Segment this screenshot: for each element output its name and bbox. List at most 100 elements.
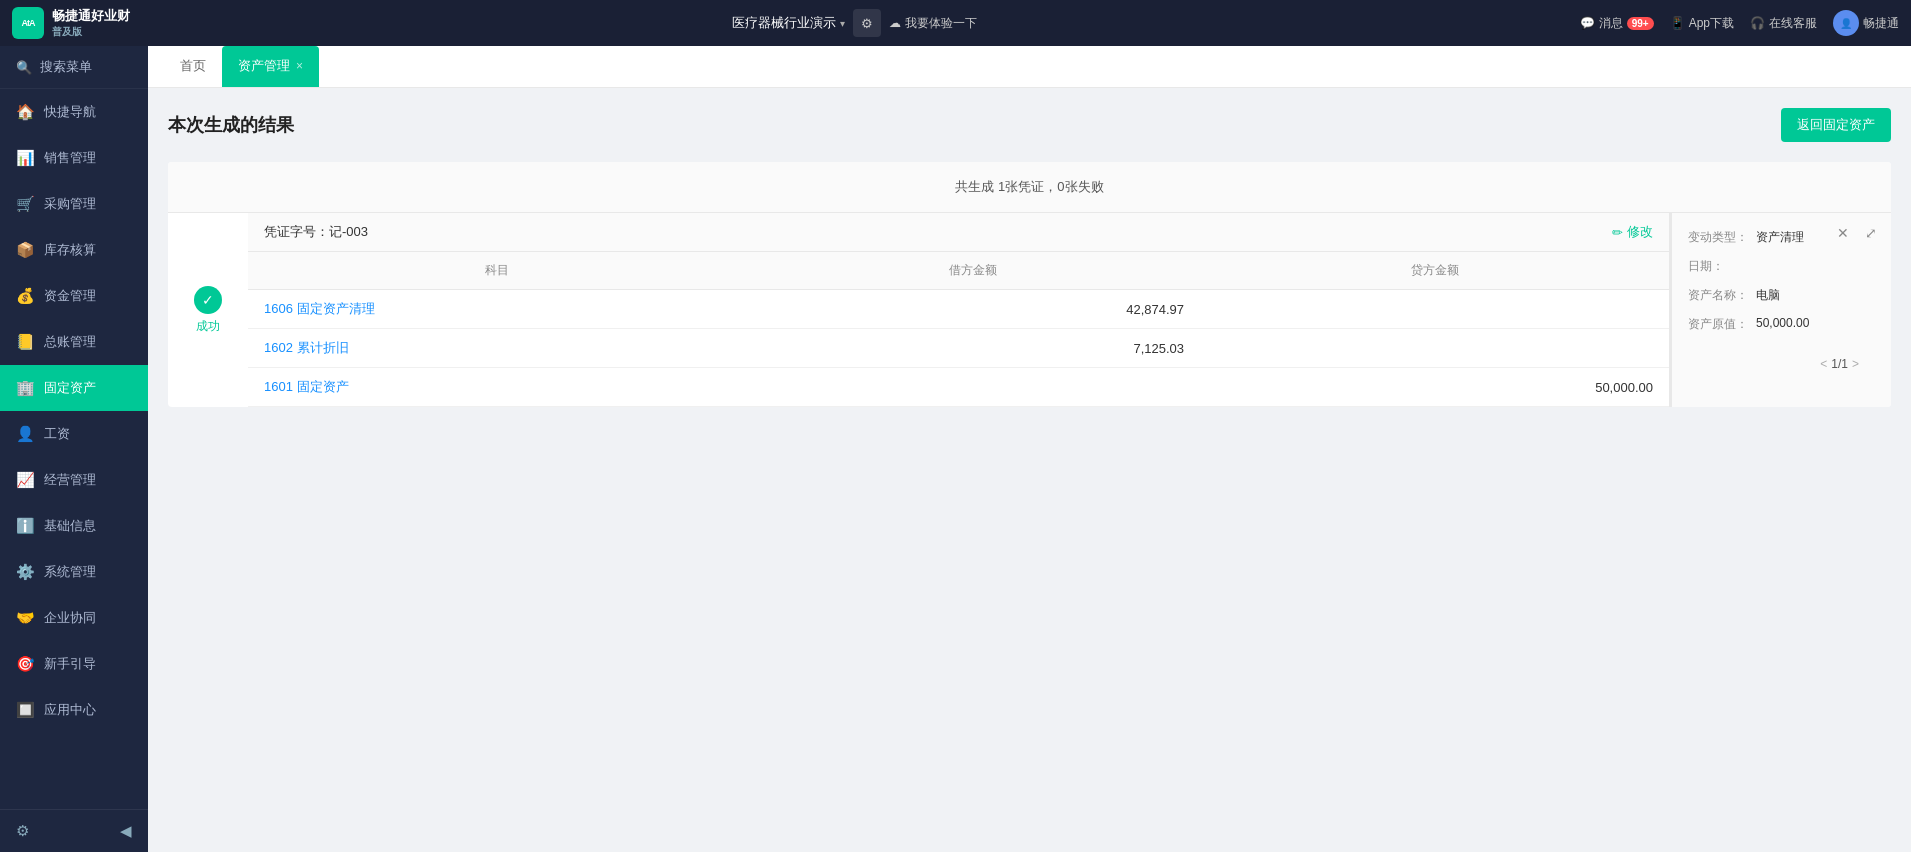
date-label: 日期： xyxy=(1688,258,1724,275)
page-title-row: 本次生成的结果 返回固定资产 xyxy=(168,108,1891,142)
user-profile[interactable]: 👤 畅捷通 xyxy=(1833,10,1899,36)
row3-subject: 1601 固定资产 xyxy=(248,368,745,407)
col-credit: 贷方金额 xyxy=(1200,252,1669,290)
row1-credit xyxy=(1200,290,1669,329)
message-badge: 99+ xyxy=(1627,17,1654,30)
sidebar-item-operations[interactable]: 📈 经营管理 xyxy=(0,457,148,503)
search-menu-label: 搜索菜单 xyxy=(40,58,92,76)
top-header: AtA 畅捷通好业财 普及版 医疗器械行业演示 ▾ ⚙ ☁ 我要体验一下 💬 消… xyxy=(0,0,1911,46)
page-content: 本次生成的结果 返回固定资产 共生成 1张凭证，0张失败 ✓ 成功 xyxy=(148,88,1911,852)
app-download-action[interactable]: 📱 App下载 xyxy=(1670,15,1734,32)
sidebar-label-purchase: 采购管理 xyxy=(44,195,96,213)
service-icon: 🎧 xyxy=(1750,16,1765,30)
message-icon: 💬 xyxy=(1580,16,1595,30)
sidebar-item-guide[interactable]: 🎯 新手引导 xyxy=(0,641,148,687)
sidebar-item-sales[interactable]: 📊 销售管理 xyxy=(0,135,148,181)
content-area: 首页 资产管理 × 本次生成的结果 返回固定资产 共生成 1张凭证，0张失败 xyxy=(148,46,1911,852)
edit-icon: ✏ xyxy=(1612,225,1623,240)
asset-name-label: 资产名称： xyxy=(1688,287,1748,304)
logo-text: 畅捷通好业财 普及版 xyxy=(52,7,130,39)
row1-debit: 42,874.97 xyxy=(745,290,1200,329)
success-text: 成功 xyxy=(196,318,220,335)
row3-debit xyxy=(745,368,1200,407)
sidebar-item-quick-nav[interactable]: 🏠 快捷导航 xyxy=(0,89,148,135)
sidebar-footer: ⚙ ◀ xyxy=(0,809,148,852)
result-panel: 共生成 1张凭证，0张失败 ✓ 成功 凭证字号：记-003 xyxy=(168,162,1891,407)
asset-name-value: 电脑 xyxy=(1756,287,1780,304)
sidebar-label-inventory: 库存核算 xyxy=(44,241,96,259)
experience-button[interactable]: ☁ 我要体验一下 xyxy=(889,15,977,32)
sidebar-label-ledger: 总账管理 xyxy=(44,333,96,351)
sidebar-item-payroll[interactable]: 👤 工资 xyxy=(0,411,148,457)
footer-settings-icon[interactable]: ⚙ xyxy=(16,822,29,840)
operations-icon: 📈 xyxy=(16,471,34,489)
sidebar-item-purchase[interactable]: 🛒 采购管理 xyxy=(0,181,148,227)
original-value-label: 资产原值： xyxy=(1688,316,1748,333)
close-panel-icon[interactable]: ✕ xyxy=(1831,221,1855,245)
table-row: 1601 固定资产 50,000.00 xyxy=(248,368,1669,407)
sidebar: 🔍 搜索菜单 🏠 快捷导航 📊 销售管理 🛒 采购管理 📦 库存核算 💰 资金管… xyxy=(0,46,148,852)
voucher-table: 科目 借方金额 贷方金额 1606 固定资产清 xyxy=(248,252,1669,407)
sidebar-item-inventory[interactable]: 📦 库存核算 xyxy=(0,227,148,273)
next-page-icon[interactable]: > xyxy=(1852,357,1859,371)
app-edition: 普及版 xyxy=(52,25,130,39)
avatar-icon: 👤 xyxy=(1840,18,1852,29)
search-menu[interactable]: 🔍 搜索菜单 xyxy=(0,46,148,89)
prev-page-icon[interactable]: < xyxy=(1820,357,1827,371)
page-title: 本次生成的结果 xyxy=(168,113,294,137)
settings-icon[interactable]: ⚙ xyxy=(853,9,881,37)
purchase-icon: 🛒 xyxy=(16,195,34,213)
sales-icon: 📊 xyxy=(16,149,34,167)
inventory-icon: 📦 xyxy=(16,241,34,259)
funds-icon: 💰 xyxy=(16,287,34,305)
sidebar-item-fixed-assets[interactable]: 🏢 固定资产 xyxy=(0,365,148,411)
original-value-row: 资产原值： 50,000.00 xyxy=(1688,316,1875,333)
row1-subject: 1606 固定资产清理 xyxy=(248,290,745,329)
sidebar-item-cooperation[interactable]: 🤝 企业协同 xyxy=(0,595,148,641)
success-badge: ✓ 成功 xyxy=(168,213,248,407)
sidebar-label-sales: 销售管理 xyxy=(44,149,96,167)
header-right: 💬 消息 99+ 📱 App下载 🎧 在线客服 👤 畅捷通 xyxy=(1580,10,1899,36)
message-action[interactable]: 💬 消息 99+ xyxy=(1580,15,1654,32)
company-selector[interactable]: 医疗器械行业演示 ▾ xyxy=(732,14,845,32)
header-center: 医疗器械行业演示 ▾ ⚙ ☁ 我要体验一下 xyxy=(732,9,977,37)
main-layout: 🔍 搜索菜单 🏠 快捷导航 📊 销售管理 🛒 采购管理 📦 库存核算 💰 资金管… xyxy=(0,46,1911,852)
return-button[interactable]: 返回固定资产 xyxy=(1781,108,1891,142)
sidebar-label-basics: 基础信息 xyxy=(44,517,96,535)
basics-icon: ℹ️ xyxy=(16,517,34,535)
edit-button[interactable]: ✏ 修改 xyxy=(1612,223,1653,241)
customer-service-action[interactable]: 🎧 在线客服 xyxy=(1750,15,1817,32)
logo-icon: AtA xyxy=(12,7,44,39)
success-icon: ✓ xyxy=(194,286,222,314)
sidebar-item-app-center[interactable]: 🔲 应用中心 xyxy=(0,687,148,733)
sidebar-item-ledger[interactable]: 📒 总账管理 xyxy=(0,319,148,365)
sidebar-label-operations: 经营管理 xyxy=(44,471,96,489)
date-row: 日期： xyxy=(1688,258,1875,275)
guide-icon: 🎯 xyxy=(16,655,34,673)
voucher-code: 凭证字号：记-003 xyxy=(264,223,368,241)
download-icon: 📱 xyxy=(1670,16,1685,30)
table-row: 1602 累计折旧 7,125.03 xyxy=(248,329,1669,368)
asset-name-row: 资产名称： 电脑 xyxy=(1688,287,1875,304)
col-debit: 借方金额 xyxy=(745,252,1200,290)
expand-panel-icon[interactable]: ⤢ xyxy=(1859,221,1883,245)
sidebar-label-fixed-assets: 固定资产 xyxy=(44,379,96,397)
sidebar-item-basics[interactable]: ℹ️ 基础信息 xyxy=(0,503,148,549)
table-row: 1606 固定资产清理 42,874.97 xyxy=(248,290,1669,329)
sidebar-label-cooperation: 企业协同 xyxy=(44,609,96,627)
tab-bar: 首页 资产管理 × xyxy=(148,46,1911,88)
sidebar-label-quick-nav: 快捷导航 xyxy=(44,103,96,121)
company-name: 医疗器械行业演示 xyxy=(732,14,836,32)
tab-home[interactable]: 首页 xyxy=(164,46,222,87)
payroll-icon: 👤 xyxy=(16,425,34,443)
row2-credit xyxy=(1200,329,1669,368)
sidebar-item-funds[interactable]: 💰 资金管理 xyxy=(0,273,148,319)
page-info: 1/1 xyxy=(1831,357,1848,371)
system-icon: ⚙️ xyxy=(16,563,34,581)
tab-asset-management[interactable]: 资产管理 × xyxy=(222,46,319,87)
sidebar-item-system[interactable]: ⚙️ 系统管理 xyxy=(0,549,148,595)
tab-close-icon[interactable]: × xyxy=(296,59,303,73)
footer-collapse-icon[interactable]: ◀ xyxy=(120,822,132,840)
change-type-value: 资产清理 xyxy=(1756,229,1804,246)
search-icon: 🔍 xyxy=(16,60,32,75)
